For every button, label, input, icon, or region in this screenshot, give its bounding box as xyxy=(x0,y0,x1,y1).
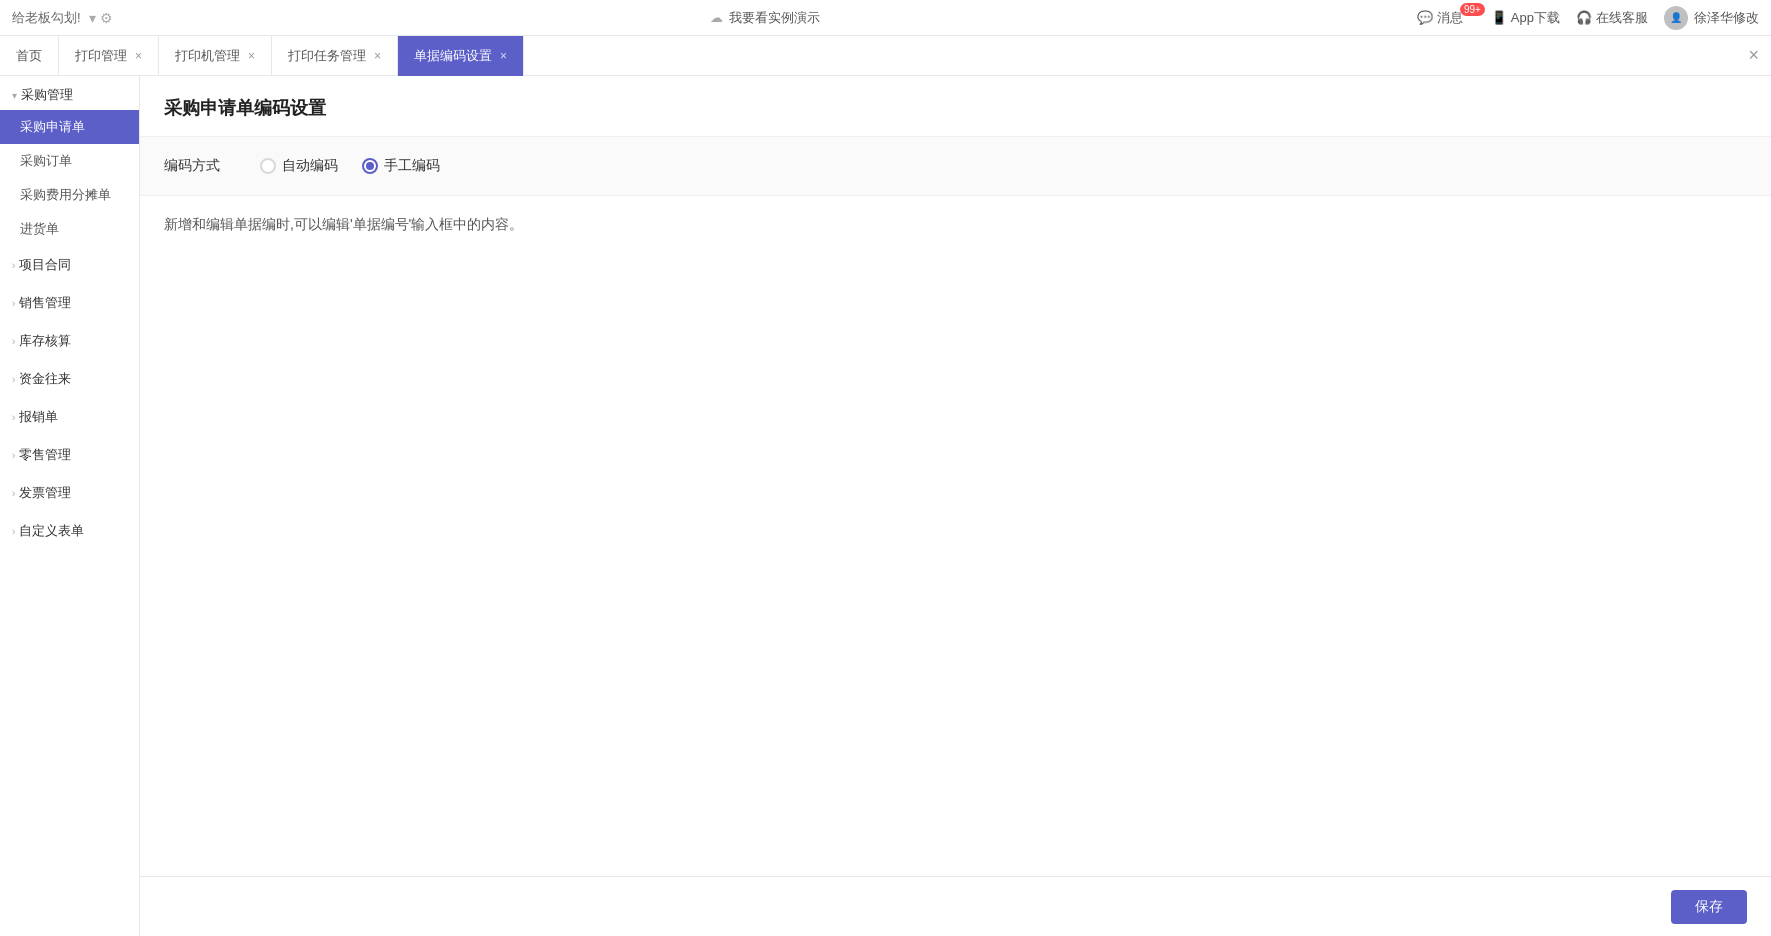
radio-group-encoding: 自动编码 手工编码 xyxy=(260,157,440,175)
app-download-label: App下载 xyxy=(1511,9,1560,27)
chevron-right-icon-3: › xyxy=(12,336,15,347)
sidebar-group-custom-forms[interactable]: › 自定义表单 xyxy=(0,512,139,550)
desc-section: 新增和编辑单据编时,可以编辑'单据编号'输入框中的内容。 xyxy=(140,196,1771,254)
tab-home[interactable]: 首页 xyxy=(0,36,59,76)
description-text: 新增和编辑单据编时,可以编辑'单据编号'输入框中的内容。 xyxy=(164,216,1747,234)
tab-print-mgmt-label: 打印管理 xyxy=(75,47,127,65)
cloud-icon: ☁ xyxy=(710,10,723,25)
tab-print-mgmt[interactable]: 打印管理 × xyxy=(59,36,159,76)
sidebar-item-purchase-order[interactable]: 采购订单 xyxy=(0,144,139,178)
user-name: 徐泽华修改 xyxy=(1694,9,1759,27)
chevron-right-icon-8: › xyxy=(12,526,15,537)
message-btn[interactable]: 💬 消息 99+ xyxy=(1417,9,1475,27)
sidebar-item-stock-in[interactable]: 进货单 xyxy=(0,212,139,246)
content-inner: 采购申请单编码设置 编码方式 自动编码 手工编码 新增和编辑单据编时,可以编辑'… xyxy=(140,76,1771,876)
chevron-down-icon: ▾ xyxy=(12,90,17,101)
top-bar-icons: ▾ ⚙ xyxy=(89,10,113,26)
page-header: 采购申请单编码设置 xyxy=(140,76,1771,137)
top-bar-right: 💬 消息 99+ 📱 App下载 🎧 在线客服 👤 徐泽华修改 xyxy=(1417,6,1759,30)
radio-auto-code[interactable]: 自动编码 xyxy=(260,157,338,175)
top-bar-center: ☁ 我要看实例演示 xyxy=(710,9,820,27)
sidebar-group-inventory[interactable]: › 库存核算 xyxy=(0,322,139,360)
online-support-label: 在线客服 xyxy=(1596,9,1648,27)
tab-printer-mgmt[interactable]: 打印机管理 × xyxy=(159,36,272,76)
chevron-right-icon-6: › xyxy=(12,450,15,461)
sidebar-group-retail-mgmt[interactable]: › 零售管理 xyxy=(0,436,139,474)
content-area: 采购申请单编码设置 编码方式 自动编码 手工编码 新增和编辑单据编时,可以编辑'… xyxy=(140,76,1771,936)
tab-home-label: 首页 xyxy=(16,47,42,65)
user-info[interactable]: 👤 徐泽华修改 xyxy=(1664,6,1759,30)
app-title: 给老板勾划! xyxy=(12,9,81,27)
tab-bar-close[interactable]: × xyxy=(1736,45,1771,66)
sidebar-group-purchase-title[interactable]: ▾ 采购管理 xyxy=(0,76,139,110)
headset-icon: 🎧 xyxy=(1576,10,1592,25)
radio-manual-label: 手工编码 xyxy=(384,157,440,175)
demo-text[interactable]: 我要看实例演示 xyxy=(729,9,820,27)
page-title: 采购申请单编码设置 xyxy=(164,96,1747,120)
sidebar-group-project-contract[interactable]: › 项目合同 xyxy=(0,246,139,284)
content-footer: 保存 xyxy=(140,876,1771,936)
tab-printer-mgmt-close[interactable]: × xyxy=(248,49,255,63)
tab-print-mgmt-close[interactable]: × xyxy=(135,49,142,63)
top-bar-left: 给老板勾划! ▾ ⚙ xyxy=(12,9,113,27)
app-icon: 📱 xyxy=(1491,10,1507,25)
online-support-btn[interactable]: 🎧 在线客服 xyxy=(1576,9,1648,27)
tab-bill-code-settings-close[interactable]: × xyxy=(500,49,507,63)
tab-printer-mgmt-label: 打印机管理 xyxy=(175,47,240,65)
encoding-label: 编码方式 xyxy=(164,157,220,175)
radio-auto-label: 自动编码 xyxy=(282,157,338,175)
sidebar-item-purchase-request[interactable]: 采购申请单 xyxy=(0,110,139,144)
radio-auto-circle xyxy=(260,158,276,174)
message-badge: 99+ xyxy=(1460,3,1485,16)
chevron-right-icon-7: › xyxy=(12,488,15,499)
sidebar-group-funds[interactable]: › 资金往来 xyxy=(0,360,139,398)
avatar: 👤 xyxy=(1664,6,1688,30)
sidebar-group-purchase: ▾ 采购管理 采购申请单 采购订单 采购费用分摊单 进货单 xyxy=(0,76,139,246)
tab-bill-code-settings[interactable]: 单据编码设置 × xyxy=(398,36,524,76)
sidebar-group-sales-mgmt[interactable]: › 销售管理 xyxy=(0,284,139,322)
sidebar: ▾ 采购管理 采购申请单 采购订单 采购费用分摊单 进货单 › 项目合同 › 销… xyxy=(0,76,140,936)
radio-manual-circle xyxy=(362,158,378,174)
tab-print-task-mgmt[interactable]: 打印任务管理 × xyxy=(272,36,398,76)
chevron-right-icon-2: › xyxy=(12,298,15,309)
tab-bill-code-settings-label: 单据编码设置 xyxy=(414,47,492,65)
message-icon: 💬 xyxy=(1417,10,1433,25)
sidebar-item-purchase-expense[interactable]: 采购费用分摊单 xyxy=(0,178,139,212)
main-layout: ▾ 采购管理 采购申请单 采购订单 采购费用分摊单 进货单 › 项目合同 › 销… xyxy=(0,76,1771,936)
chevron-right-icon-4: › xyxy=(12,374,15,385)
radio-manual-code[interactable]: 手工编码 xyxy=(362,157,440,175)
tab-bar: 首页 打印管理 × 打印机管理 × 打印任务管理 × 单据编码设置 × × xyxy=(0,36,1771,76)
sidebar-group-invoice-mgmt[interactable]: › 发票管理 xyxy=(0,474,139,512)
top-bar: 给老板勾划! ▾ ⚙ ☁ 我要看实例演示 💬 消息 99+ 📱 App下载 🎧 … xyxy=(0,0,1771,36)
save-button[interactable]: 保存 xyxy=(1671,890,1747,924)
encoding-section: 编码方式 自动编码 手工编码 xyxy=(140,137,1771,196)
dropdown-icon[interactable]: ▾ xyxy=(89,10,96,26)
message-label: 消息 xyxy=(1437,9,1463,27)
tab-print-task-mgmt-label: 打印任务管理 xyxy=(288,47,366,65)
app-download-btn[interactable]: 📱 App下载 xyxy=(1491,9,1560,27)
sidebar-group-sales-return[interactable]: › 报销单 xyxy=(0,398,139,436)
chevron-right-icon-5: › xyxy=(12,412,15,423)
tab-print-task-mgmt-close[interactable]: × xyxy=(374,49,381,63)
chevron-right-icon: › xyxy=(12,260,15,271)
settings-icon[interactable]: ⚙ xyxy=(100,10,113,26)
